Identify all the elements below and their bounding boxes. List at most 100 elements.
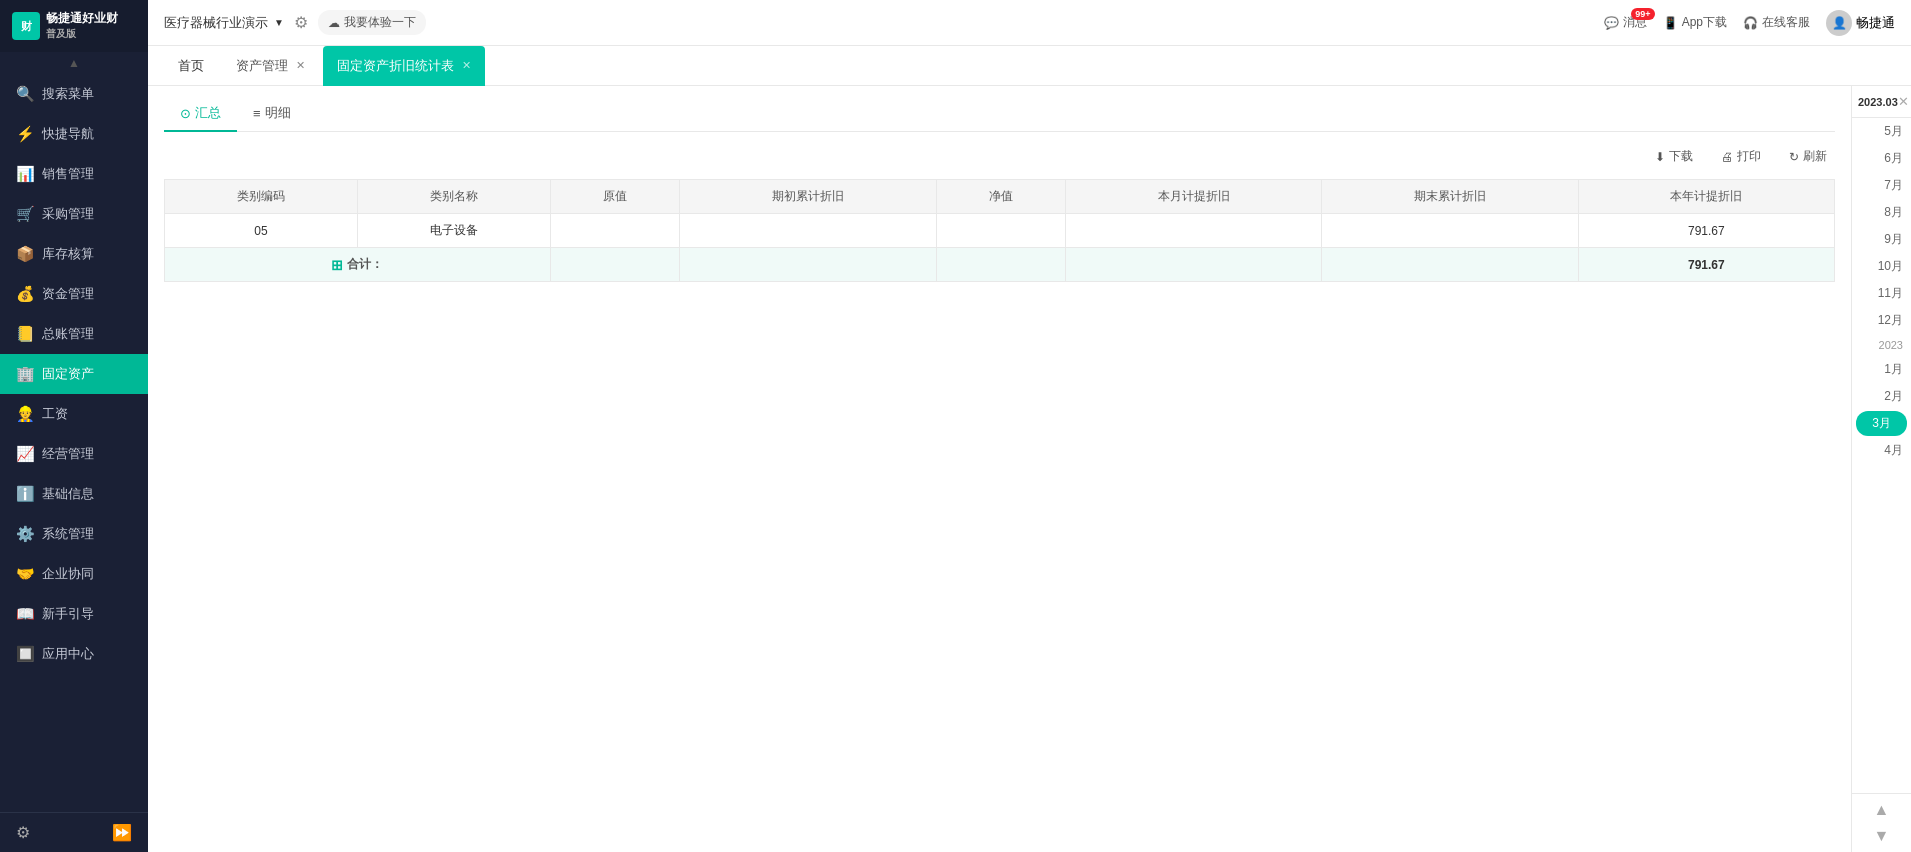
- chevron-down-icon: ▼: [274, 17, 284, 28]
- logo-icon: 财: [12, 12, 40, 40]
- sidebar-label-quicknav: 快捷导航: [42, 125, 94, 143]
- tab-label-asset_mgmt: 资产管理: [236, 57, 288, 75]
- message-btn[interactable]: 💬 消息 99+: [1604, 14, 1647, 31]
- settings-icon[interactable]: ⚙: [16, 823, 30, 842]
- sidebar-item-fixedasset[interactable]: 🏢 固定资产: [0, 354, 148, 394]
- expand-icon: ⊞: [331, 257, 343, 273]
- refresh-btn[interactable]: ↻ 刷新: [1781, 144, 1835, 169]
- download-btn[interactable]: ⬇ 下载: [1647, 144, 1701, 169]
- experience-btn[interactable]: ☁ 我要体验一下: [318, 10, 426, 35]
- sidebar-item-guide[interactable]: 📖 新手引导: [0, 594, 148, 634]
- rp-month-item[interactable]: 10月: [1852, 253, 1911, 280]
- tab-close-asset_mgmt[interactable]: ✕: [296, 59, 305, 72]
- rp-scroll[interactable]: 5月6月7月8月9月10月11月12月20231月2月3月4月: [1852, 118, 1911, 793]
- sidebar-icon-fixedasset: 🏢: [16, 365, 34, 383]
- rp-month-item[interactable]: 5月: [1852, 118, 1911, 145]
- rp-close-icon[interactable]: ✕: [1898, 94, 1909, 109]
- content-main: ⊙ 汇总 ≡ 明细 ⬇ 下载 🖨 打印 ↻ 刷新: [148, 86, 1851, 852]
- sidebar-item-search[interactable]: 🔍 搜索菜单: [0, 74, 148, 114]
- username: 畅捷通: [1856, 14, 1895, 32]
- rp-month-item[interactable]: 12月: [1852, 307, 1911, 334]
- sidebar-item-salary[interactable]: 👷 工资: [0, 394, 148, 434]
- rp-footer: ▲ ▼: [1852, 793, 1911, 852]
- tab-label-depreciation: 固定资产折旧统计表: [337, 57, 454, 75]
- col-header: 类别编码: [165, 180, 358, 214]
- sidebar-label-sales: 销售管理: [42, 165, 94, 183]
- service-icon: 🎧: [1743, 16, 1758, 30]
- sidebar-label-appcenter: 应用中心: [42, 645, 94, 663]
- sidebar-item-purchase[interactable]: 🛒 采购管理: [0, 194, 148, 234]
- sidebar-item-quicknav[interactable]: ⚡ 快捷导航: [0, 114, 148, 154]
- sidebar-item-appcenter[interactable]: 🔲 应用中心: [0, 634, 148, 674]
- rp-month-item[interactable]: 4月: [1852, 437, 1911, 464]
- subtab-label-summary: 汇总: [195, 104, 221, 122]
- app-download-btn[interactable]: 📱 App下载: [1663, 14, 1727, 31]
- sidebar-item-baseinfo[interactable]: ℹ️ 基础信息: [0, 474, 148, 514]
- rp-month-item[interactable]: 1月: [1852, 356, 1911, 383]
- user-menu[interactable]: 👤 畅捷通: [1826, 10, 1895, 36]
- tab-depreciation[interactable]: 固定资产折旧统计表 ✕: [323, 46, 485, 86]
- tab-asset_mgmt[interactable]: 资产管理 ✕: [222, 46, 319, 86]
- rp-header: 2023.03 ✕ ⤢: [1852, 86, 1911, 118]
- company-name: 医疗器械行业演示: [164, 14, 268, 32]
- sidebar-item-system[interactable]: ⚙️ 系统管理: [0, 514, 148, 554]
- sidebar-label-capital: 资金管理: [42, 285, 94, 303]
- sidebar-label-ledger: 总账管理: [42, 325, 94, 343]
- sidebar-item-stock[interactable]: 📦 库存核算: [0, 234, 148, 274]
- col-header: 本月计提折旧: [1066, 180, 1322, 214]
- sidebar-label-operation: 经营管理: [42, 445, 94, 463]
- sidebar-icon-salary: 👷: [16, 405, 34, 423]
- settings-gear-icon[interactable]: ⚙: [294, 13, 308, 32]
- download-icon: 📱: [1663, 16, 1678, 30]
- experience-label: 我要体验一下: [344, 14, 416, 31]
- refresh-label: 刷新: [1803, 148, 1827, 165]
- print-btn[interactable]: 🖨 打印: [1713, 144, 1769, 169]
- sidebar-scroll: 🔍 搜索菜单 ⚡ 快捷导航 📊 销售管理 🛒 采购管理 📦 库存核算 💰 资金管…: [0, 74, 148, 812]
- rp-down-icon[interactable]: ▼: [1856, 824, 1907, 848]
- sidebar-icon-search: 🔍: [16, 85, 34, 103]
- rp-month-item[interactable]: 2月: [1852, 383, 1911, 410]
- sidebar-icon-capital: 💰: [16, 285, 34, 303]
- sidebar-item-operation[interactable]: 📈 经营管理: [0, 434, 148, 474]
- col-header: 原值: [550, 180, 679, 214]
- rp-month-item[interactable]: 9月: [1852, 226, 1911, 253]
- sidebar-item-sales[interactable]: 📊 销售管理: [0, 154, 148, 194]
- sidebar-icon-quicknav: ⚡: [16, 125, 34, 143]
- sidebar-icon-ledger: 📒: [16, 325, 34, 343]
- rp-month-item[interactable]: 6月: [1852, 145, 1911, 172]
- rp-month-item[interactable]: 7月: [1852, 172, 1911, 199]
- app-download-label: App下载: [1682, 14, 1727, 31]
- tabbar: 首页 资产管理 ✕ 固定资产折旧统计表 ✕: [148, 46, 1911, 86]
- sidebar-item-capital[interactable]: 💰 资金管理: [0, 274, 148, 314]
- sidebar-icon-baseinfo: ℹ️: [16, 485, 34, 503]
- sidebar-item-ledger[interactable]: 📒 总账管理: [0, 314, 148, 354]
- sidebar-icon-system: ⚙️: [16, 525, 34, 543]
- cloud-icon: ☁: [328, 16, 340, 30]
- company-selector[interactable]: 医疗器械行业演示 ▼: [164, 14, 284, 32]
- right-panel: 2023.03 ✕ ⤢ 5月6月7月8月9月10月11月12月20231月2月3…: [1851, 86, 1911, 852]
- col-header: 期初累计折旧: [680, 180, 936, 214]
- logo-main-text: 畅捷通好业财: [46, 11, 118, 27]
- sidebar-item-cooperation[interactable]: 🤝 企业协同: [0, 554, 148, 594]
- rp-month-item[interactable]: 11月: [1852, 280, 1911, 307]
- sidebar-icon-sales: 📊: [16, 165, 34, 183]
- sidebar-icon-guide: 📖: [16, 605, 34, 623]
- main-area: 医疗器械行业演示 ▼ ⚙ ☁ 我要体验一下 💬 消息 99+ 📱 App下载 🎧…: [148, 0, 1911, 852]
- download-label: 下载: [1669, 148, 1693, 165]
- tab-label-home: 首页: [178, 57, 204, 75]
- rp-month-item[interactable]: 3月: [1856, 411, 1907, 436]
- tab-home[interactable]: 首页: [164, 46, 218, 86]
- subtab-detail[interactable]: ≡ 明细: [237, 96, 307, 132]
- tab-close-depreciation[interactable]: ✕: [462, 59, 471, 72]
- subtab-icon-summary: ⊙: [180, 106, 191, 121]
- rp-up-icon[interactable]: ▲: [1856, 798, 1907, 822]
- collapse-icon[interactable]: ⏩: [112, 823, 132, 842]
- message-icon: 💬: [1604, 16, 1619, 30]
- refresh-icon: ↻: [1789, 150, 1799, 164]
- subtab-icon-detail: ≡: [253, 106, 261, 121]
- subtab-summary[interactable]: ⊙ 汇总: [164, 96, 237, 132]
- subtab-label-detail: 明细: [265, 104, 291, 122]
- rp-month-item[interactable]: 8月: [1852, 199, 1911, 226]
- sidebar-label-guide: 新手引导: [42, 605, 94, 623]
- online-service-btn[interactable]: 🎧 在线客服: [1743, 14, 1810, 31]
